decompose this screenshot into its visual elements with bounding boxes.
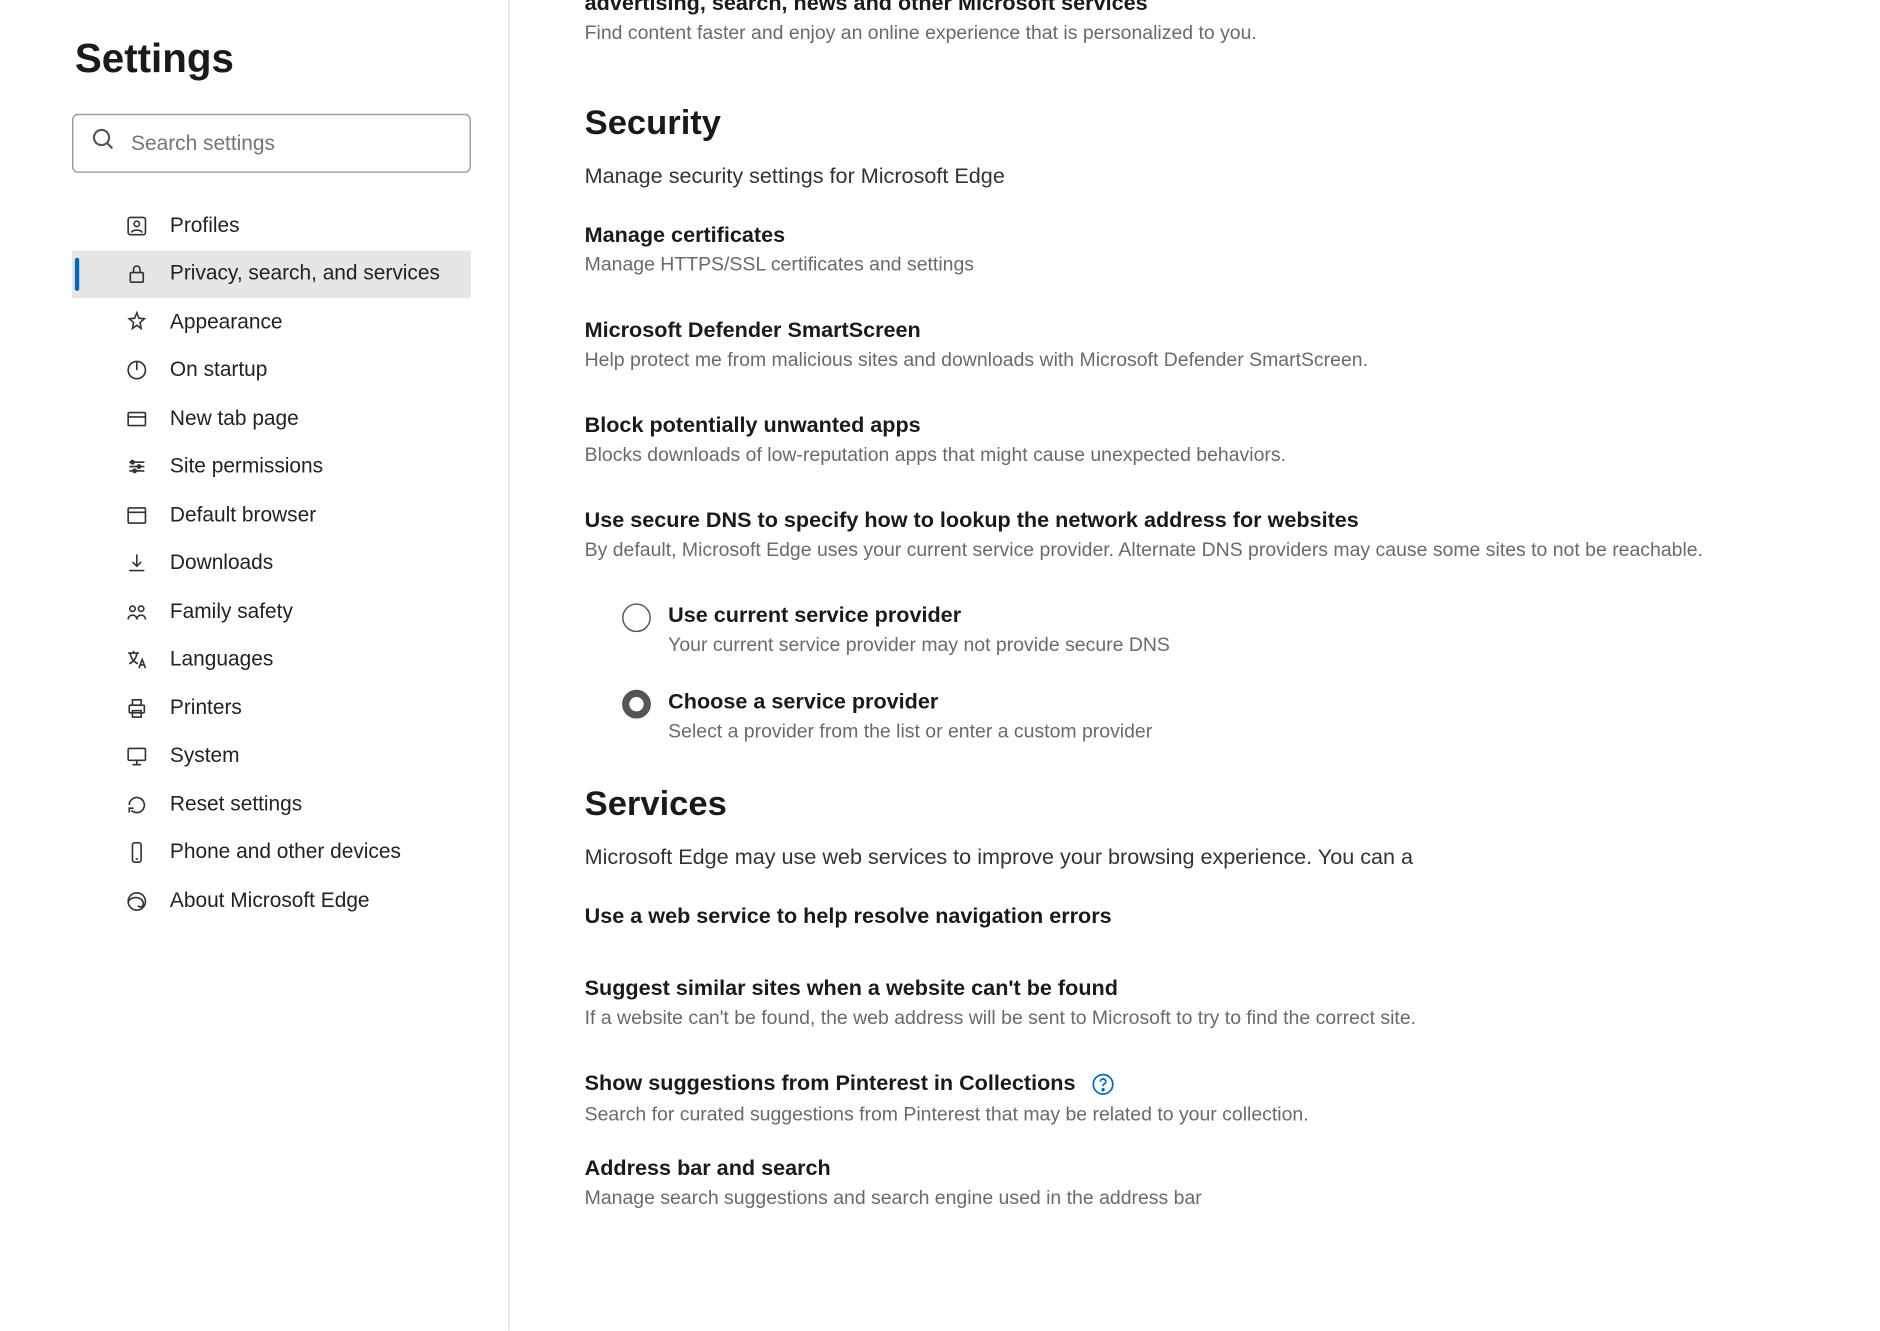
setting-desc: Blocks downloads of low-reputation apps …	[585, 444, 1880, 466]
search-settings[interactable]	[72, 114, 471, 173]
lock-icon	[124, 261, 150, 287]
setting-title: Manage certificates	[585, 223, 1880, 247]
secure-dns-options: Use current service provider Your curren…	[585, 603, 1880, 741]
manage-certificates-row[interactable]: Manage certificates Manage HTTPS/SSL cer…	[585, 223, 1880, 275]
setting-title: Show suggestions from Pinterest in Colle…	[585, 1071, 1880, 1097]
sidebar-item-printers[interactable]: Printers	[72, 684, 471, 732]
sidebar-item-permissions[interactable]: Site permissions	[72, 443, 471, 491]
sidebar-item-reset[interactable]: Reset settings	[72, 780, 471, 828]
security-heading: Security	[585, 104, 1880, 144]
sidebar-item-label: Default browser	[170, 504, 316, 527]
dns-option-current[interactable]: Use current service provider Your curren…	[622, 603, 1880, 655]
sidebar-item-label: Phone and other devices	[170, 841, 401, 864]
services-subtitle: Microsoft Edge may use web services to i…	[585, 845, 1880, 869]
sidebar-item-phone[interactable]: Phone and other devices	[72, 829, 471, 877]
sidebar-item-label: Reset settings	[170, 793, 302, 816]
page-title: Settings	[75, 36, 471, 82]
setting-desc: Manage search suggestions and search eng…	[585, 1187, 1880, 1209]
sidebar-item-newtab[interactable]: New tab page	[72, 395, 471, 443]
profiles-icon	[124, 213, 150, 239]
sidebar-item-languages[interactable]: Languages	[72, 636, 471, 684]
sidebar-item-label: About Microsoft Edge	[170, 890, 370, 913]
setting-desc: By default, Microsoft Edge uses your cur…	[585, 539, 1880, 561]
sidebar-item-startup[interactable]: On startup	[72, 346, 471, 394]
setting-title: Address bar and search	[585, 1156, 1880, 1180]
sidebar-item-label: Site permissions	[170, 455, 323, 478]
sidebar-item-label: Downloads	[170, 552, 273, 575]
help-icon[interactable]	[1090, 1071, 1116, 1097]
sidebar-item-appearance[interactable]: Appearance	[72, 298, 471, 346]
smartscreen-row: Microsoft Defender SmartScreen Help prot…	[585, 318, 1880, 370]
phone-icon	[124, 840, 150, 866]
sidebar-item-privacy[interactable]: Privacy, search, and services	[72, 250, 471, 298]
radio-unchecked-icon[interactable]	[622, 603, 651, 632]
setting-desc: Manage HTTPS/SSL certificates and settin…	[585, 253, 1880, 275]
sidebar-item-label: Languages	[170, 648, 273, 671]
sidebar-item-downloads[interactable]: Downloads	[72, 539, 471, 587]
newtab-icon	[124, 406, 150, 432]
setting-desc: Search for curated suggestions from Pint…	[585, 1103, 1880, 1125]
dns-option-choose[interactable]: Choose a service provider Select a provi…	[622, 690, 1880, 742]
printer-icon	[124, 695, 150, 721]
nav-errors-row: Use a web service to help resolve naviga…	[585, 904, 1880, 933]
edge-icon	[124, 888, 150, 914]
language-icon	[124, 647, 150, 673]
power-icon	[124, 357, 150, 383]
radio-label: Use current service provider	[668, 603, 1170, 627]
sidebar-item-label: Family safety	[170, 600, 293, 623]
pinterest-row: Show suggestions from Pinterest in Colle…	[585, 1071, 1880, 1124]
partial-top-setting: advertising, search, news and other Micr…	[585, 0, 1880, 43]
download-icon	[124, 550, 150, 576]
sidebar-item-label: Appearance	[170, 311, 283, 334]
sidebar-item-profiles[interactable]: Profiles	[72, 202, 471, 250]
sidebar-item-system[interactable]: System	[72, 732, 471, 780]
permissions-icon	[124, 454, 150, 480]
sidebar-item-default-browser[interactable]: Default browser	[72, 491, 471, 539]
address-bar-row[interactable]: Address bar and search Manage search sug…	[585, 1156, 1880, 1208]
setting-title: Use secure DNS to specify how to lookup …	[585, 508, 1880, 532]
radio-desc: Select a provider from the list or enter…	[668, 720, 1152, 742]
appearance-icon	[124, 309, 150, 335]
default-browser-icon	[124, 502, 150, 528]
radio-desc: Your current service provider may not pr…	[668, 634, 1170, 656]
radio-label: Choose a service provider	[668, 690, 1152, 714]
settings-sidebar: Settings Profiles Privacy, search, and s…	[0, 0, 510, 1331]
radio-checked-icon[interactable]	[622, 690, 651, 719]
sidebar-item-label: Privacy, search, and services	[170, 262, 440, 285]
sidebar-item-label: System	[170, 745, 240, 768]
setting-title: Microsoft Defender SmartScreen	[585, 318, 1880, 342]
similar-sites-row: Suggest similar sites when a website can…	[585, 976, 1880, 1028]
settings-nav: Profiles Privacy, search, and services A…	[72, 202, 471, 926]
reset-icon	[124, 792, 150, 818]
system-icon	[124, 743, 150, 769]
sidebar-item-label: On startup	[170, 359, 267, 382]
family-icon	[124, 599, 150, 625]
settings-main: advertising, search, news and other Micr…	[510, 0, 1880, 1331]
setting-desc: Help protect me from malicious sites and…	[585, 348, 1880, 370]
setting-title: Suggest similar sites when a website can…	[585, 976, 1880, 1000]
setting-title: Block potentially unwanted apps	[585, 413, 1880, 437]
sidebar-item-family[interactable]: Family safety	[72, 588, 471, 636]
setting-desc: Find content faster and enjoy an online …	[585, 22, 1880, 44]
setting-title: advertising, search, news and other Micr…	[585, 0, 1880, 16]
sidebar-item-label: Profiles	[170, 214, 240, 237]
security-subtitle: Manage security settings for Microsoft E…	[585, 164, 1880, 188]
setting-title: Use a web service to help resolve naviga…	[585, 904, 1880, 928]
services-heading: Services	[585, 785, 1880, 825]
search-input[interactable]	[131, 132, 452, 155]
sidebar-item-about[interactable]: About Microsoft Edge	[72, 877, 471, 925]
sidebar-item-label: Printers	[170, 697, 242, 720]
setting-desc: If a website can't be found, the web add…	[585, 1007, 1880, 1029]
sidebar-item-label: New tab page	[170, 407, 299, 430]
search-icon	[91, 127, 117, 160]
secure-dns-row: Use secure DNS to specify how to lookup …	[585, 508, 1880, 560]
pua-row: Block potentially unwanted apps Blocks d…	[585, 413, 1880, 465]
